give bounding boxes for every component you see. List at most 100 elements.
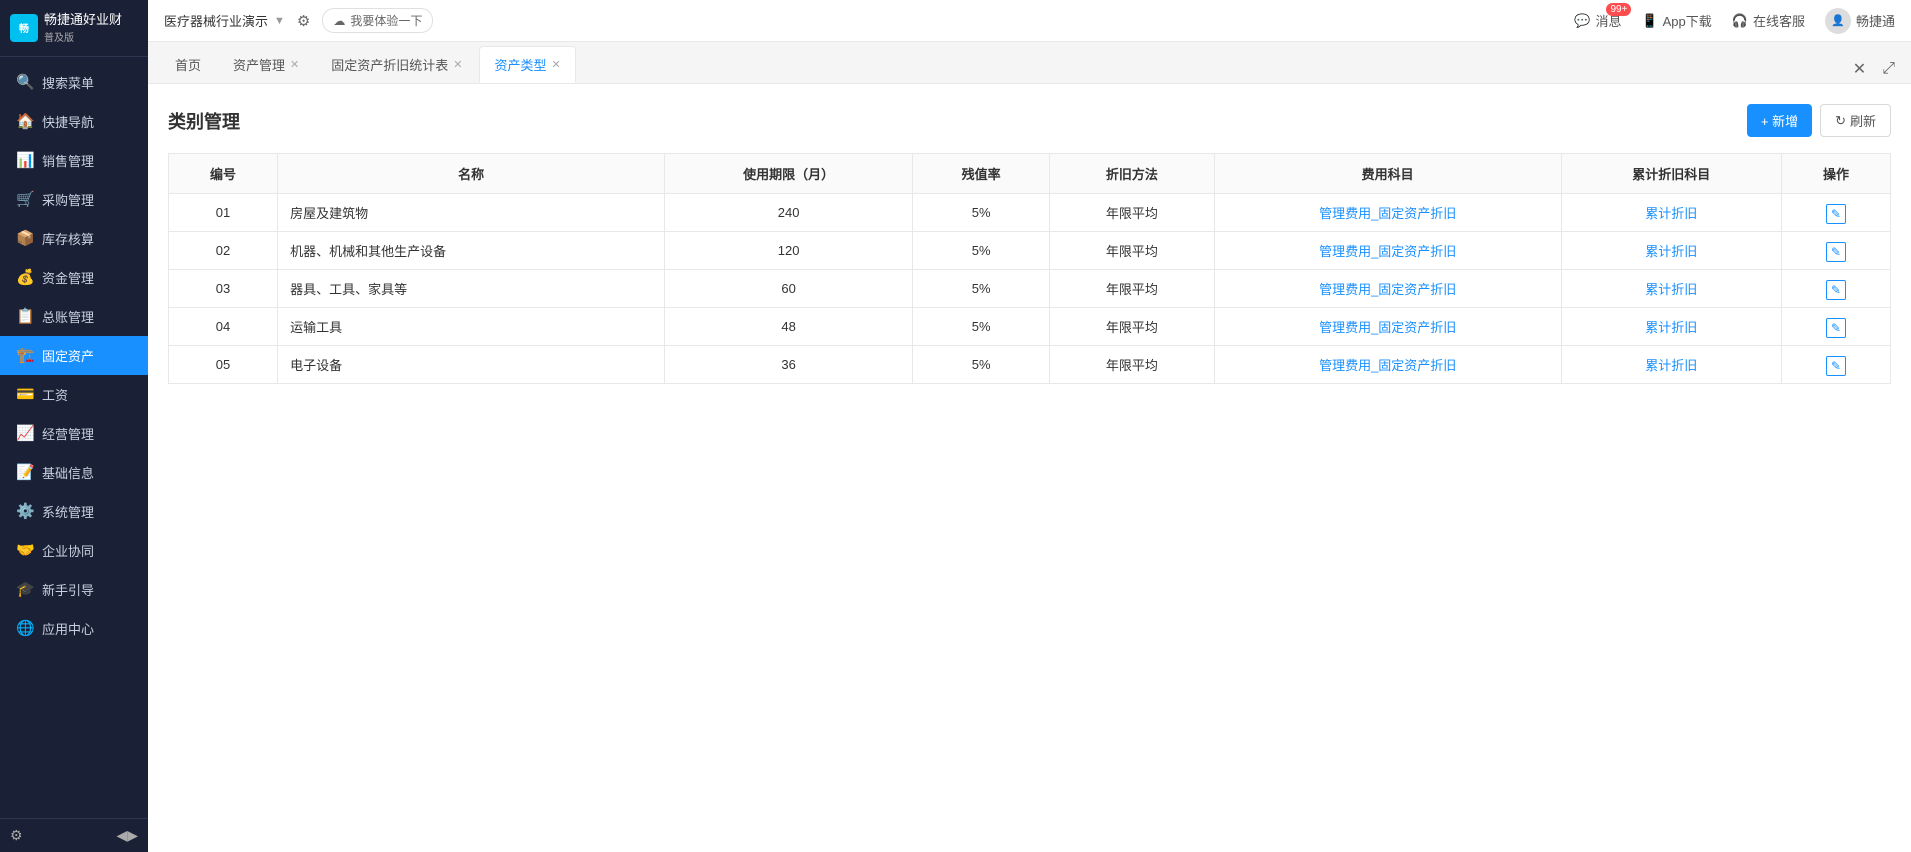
col-action: 操作 bbox=[1781, 154, 1890, 194]
table-row: 03 器具、工具、家具等 60 5% 年限平均 管理费用_固定资产折旧 累计折旧… bbox=[169, 270, 1891, 308]
sidebar-item-app-center[interactable]: 🌐 应用中心 bbox=[0, 609, 148, 648]
sidebar-item-guide[interactable]: 🎓 新手引导 bbox=[0, 570, 148, 609]
edit-icon[interactable]: ✎ bbox=[1826, 280, 1846, 300]
cell-name[interactable]: 机器、机械和其他生产设备 bbox=[278, 232, 665, 270]
sidebar-item-fixed-assets[interactable]: 🏗️ 固定资产 bbox=[0, 336, 148, 375]
tab-fixed-depreciation[interactable]: 固定资产折旧统计表 ✕ bbox=[316, 46, 477, 83]
tab-fixed-depreciation-close-icon[interactable]: ✕ bbox=[453, 58, 462, 71]
tab-asset-type[interactable]: 资产类型 ✕ bbox=[479, 46, 575, 83]
logo-icon: 畅 bbox=[10, 14, 38, 42]
project-chevron-icon: ▼ bbox=[274, 15, 285, 27]
cell-name[interactable]: 运输工具 bbox=[278, 308, 665, 346]
logo-subtitle: 普及版 bbox=[44, 29, 122, 44]
project-name: 医疗器械行业演示 bbox=[164, 11, 268, 30]
cell-method: 年限平均 bbox=[1050, 232, 1215, 270]
project-settings-icon[interactable]: ⚙ bbox=[297, 12, 310, 30]
col-code: 编号 bbox=[169, 154, 278, 194]
cell-expense: 管理费用_固定资产折旧 bbox=[1214, 270, 1561, 308]
purchase-icon: 🛒 bbox=[16, 190, 34, 208]
user-button[interactable]: 👤 畅捷通 bbox=[1825, 8, 1895, 34]
logo-title: 畅捷通好业财 bbox=[44, 12, 122, 29]
edit-icon[interactable]: ✎ bbox=[1826, 242, 1846, 262]
message-button[interactable]: 💬 消息 99+ bbox=[1574, 11, 1621, 30]
new-button[interactable]: + 新增 bbox=[1747, 104, 1812, 137]
cell-name[interactable]: 器具、工具、家具等 bbox=[278, 270, 665, 308]
sidebar-item-payroll[interactable]: 💳 工资 bbox=[0, 375, 148, 414]
sidebar-item-search[interactable]: 🔍 搜索菜单 bbox=[0, 63, 148, 102]
expand-tab-button[interactable]: ⤢ bbox=[1878, 56, 1899, 82]
cell-accumulated: 累计折旧 bbox=[1561, 232, 1781, 270]
cell-months: 36 bbox=[665, 346, 913, 384]
cell-code: 05 bbox=[169, 346, 278, 384]
sidebar-item-finance[interactable]: 💰 资金管理 bbox=[0, 258, 148, 297]
cell-salvage: 5% bbox=[913, 194, 1050, 232]
trial-label: 我要体验一下 bbox=[350, 12, 422, 29]
sidebar-item-operations[interactable]: 📈 经营管理 bbox=[0, 414, 148, 453]
fixed-assets-icon: 🏗️ bbox=[16, 346, 34, 364]
refresh-label: 刷新 bbox=[1850, 111, 1876, 130]
tab-home[interactable]: 首页 bbox=[160, 46, 216, 83]
sidebar-nav: 🔍 搜索菜单 🏠 快捷导航 📊 销售管理 🛒 采购管理 📦 库存核算 💰 资金管… bbox=[0, 57, 148, 818]
sidebar-item-sales[interactable]: 📊 销售管理 bbox=[0, 141, 148, 180]
cell-salvage: 5% bbox=[913, 232, 1050, 270]
sidebar-footer: ⚙ ◀▶ bbox=[0, 818, 148, 852]
sidebar-item-ledger[interactable]: 📋 总账管理 bbox=[0, 297, 148, 336]
sidebar: 畅 畅捷通好业财 普及版 🔍 搜索菜单 🏠 快捷导航 📊 销售管理 🛒 采购管理… bbox=[0, 0, 148, 852]
table-header: 编号 名称 使用期限（月） 残值率 折旧方法 费用科目 累计折旧科目 操作 bbox=[169, 154, 1891, 194]
edit-icon[interactable]: ✎ bbox=[1826, 204, 1846, 224]
edit-icon[interactable]: ✎ bbox=[1826, 356, 1846, 376]
cell-edit[interactable]: ✎ bbox=[1781, 232, 1890, 270]
sidebar-item-system-label: 系统管理 bbox=[42, 502, 94, 521]
col-method: 折旧方法 bbox=[1050, 154, 1215, 194]
cell-months: 240 bbox=[665, 194, 913, 232]
user-label: 畅捷通 bbox=[1856, 11, 1895, 30]
system-icon: ⚙️ bbox=[16, 502, 34, 520]
tab-asset-mgmt[interactable]: 资产管理 ✕ bbox=[218, 46, 314, 83]
online-service-button[interactable]: 🎧 在线客服 bbox=[1732, 11, 1805, 30]
trial-button[interactable]: ☁ 我要体验一下 bbox=[322, 8, 433, 33]
page-content: 类别管理 + 新增 ↻ 刷新 编号 名称 使用期限（月） 残值率 折旧方法 费用… bbox=[148, 84, 1911, 852]
col-accumulated: 累计折旧科目 bbox=[1561, 154, 1781, 194]
cell-name[interactable]: 电子设备 bbox=[278, 346, 665, 384]
edit-icon[interactable]: ✎ bbox=[1826, 318, 1846, 338]
cell-edit[interactable]: ✎ bbox=[1781, 308, 1890, 346]
close-tab-button[interactable]: ✕ bbox=[1849, 55, 1870, 83]
tab-asset-type-close-icon[interactable]: ✕ bbox=[552, 58, 561, 71]
page-header: 类别管理 + 新增 ↻ 刷新 bbox=[168, 104, 1891, 137]
sales-icon: 📊 bbox=[16, 151, 34, 169]
tab-asset-mgmt-close-icon[interactable]: ✕ bbox=[290, 58, 299, 71]
cell-edit[interactable]: ✎ bbox=[1781, 270, 1890, 308]
cell-code: 01 bbox=[169, 194, 278, 232]
search-icon: 🔍 bbox=[16, 73, 34, 91]
app-download-button[interactable]: 📱 App下载 bbox=[1641, 11, 1711, 30]
sidebar-item-fixed-assets-label: 固定资产 bbox=[42, 346, 94, 365]
cell-method: 年限平均 bbox=[1050, 308, 1215, 346]
operations-icon: 📈 bbox=[16, 424, 34, 442]
page-title: 类别管理 bbox=[168, 108, 240, 134]
sidebar-item-purchase[interactable]: 🛒 采购管理 bbox=[0, 180, 148, 219]
message-icon: 💬 bbox=[1574, 13, 1590, 29]
sidebar-item-quick-nav[interactable]: 🏠 快捷导航 bbox=[0, 102, 148, 141]
sidebar-item-basic-info[interactable]: 📝 基础信息 bbox=[0, 453, 148, 492]
enterprise-icon: 🤝 bbox=[16, 541, 34, 559]
cell-salvage: 5% bbox=[913, 270, 1050, 308]
cell-accumulated: 累计折旧 bbox=[1561, 346, 1781, 384]
cell-edit[interactable]: ✎ bbox=[1781, 346, 1890, 384]
cell-edit[interactable]: ✎ bbox=[1781, 194, 1890, 232]
sidebar-item-system[interactable]: ⚙️ 系统管理 bbox=[0, 492, 148, 531]
sidebar-item-search-label: 搜索菜单 bbox=[42, 73, 94, 92]
sidebar-item-inventory[interactable]: 📦 库存核算 bbox=[0, 219, 148, 258]
avatar: 👤 bbox=[1825, 8, 1851, 34]
cell-salvage: 5% bbox=[913, 346, 1050, 384]
category-table: 编号 名称 使用期限（月） 残值率 折旧方法 费用科目 累计折旧科目 操作 01… bbox=[168, 153, 1891, 384]
collapse-icon[interactable]: ◀▶ bbox=[116, 827, 138, 844]
sidebar-item-purchase-label: 采购管理 bbox=[42, 190, 94, 209]
settings-icon[interactable]: ⚙ bbox=[10, 827, 23, 844]
project-selector[interactable]: 医疗器械行业演示 ▼ bbox=[164, 11, 285, 30]
refresh-button[interactable]: ↻ 刷新 bbox=[1820, 104, 1891, 137]
sidebar-item-guide-label: 新手引导 bbox=[42, 580, 94, 599]
cell-name[interactable]: 房屋及建筑物 bbox=[278, 194, 665, 232]
sidebar-item-enterprise[interactable]: 🤝 企业协同 bbox=[0, 531, 148, 570]
app-logo: 畅 畅捷通好业财 普及版 bbox=[0, 0, 148, 57]
topbar-left: 医疗器械行业演示 ▼ ⚙ ☁ 我要体验一下 bbox=[164, 8, 433, 33]
